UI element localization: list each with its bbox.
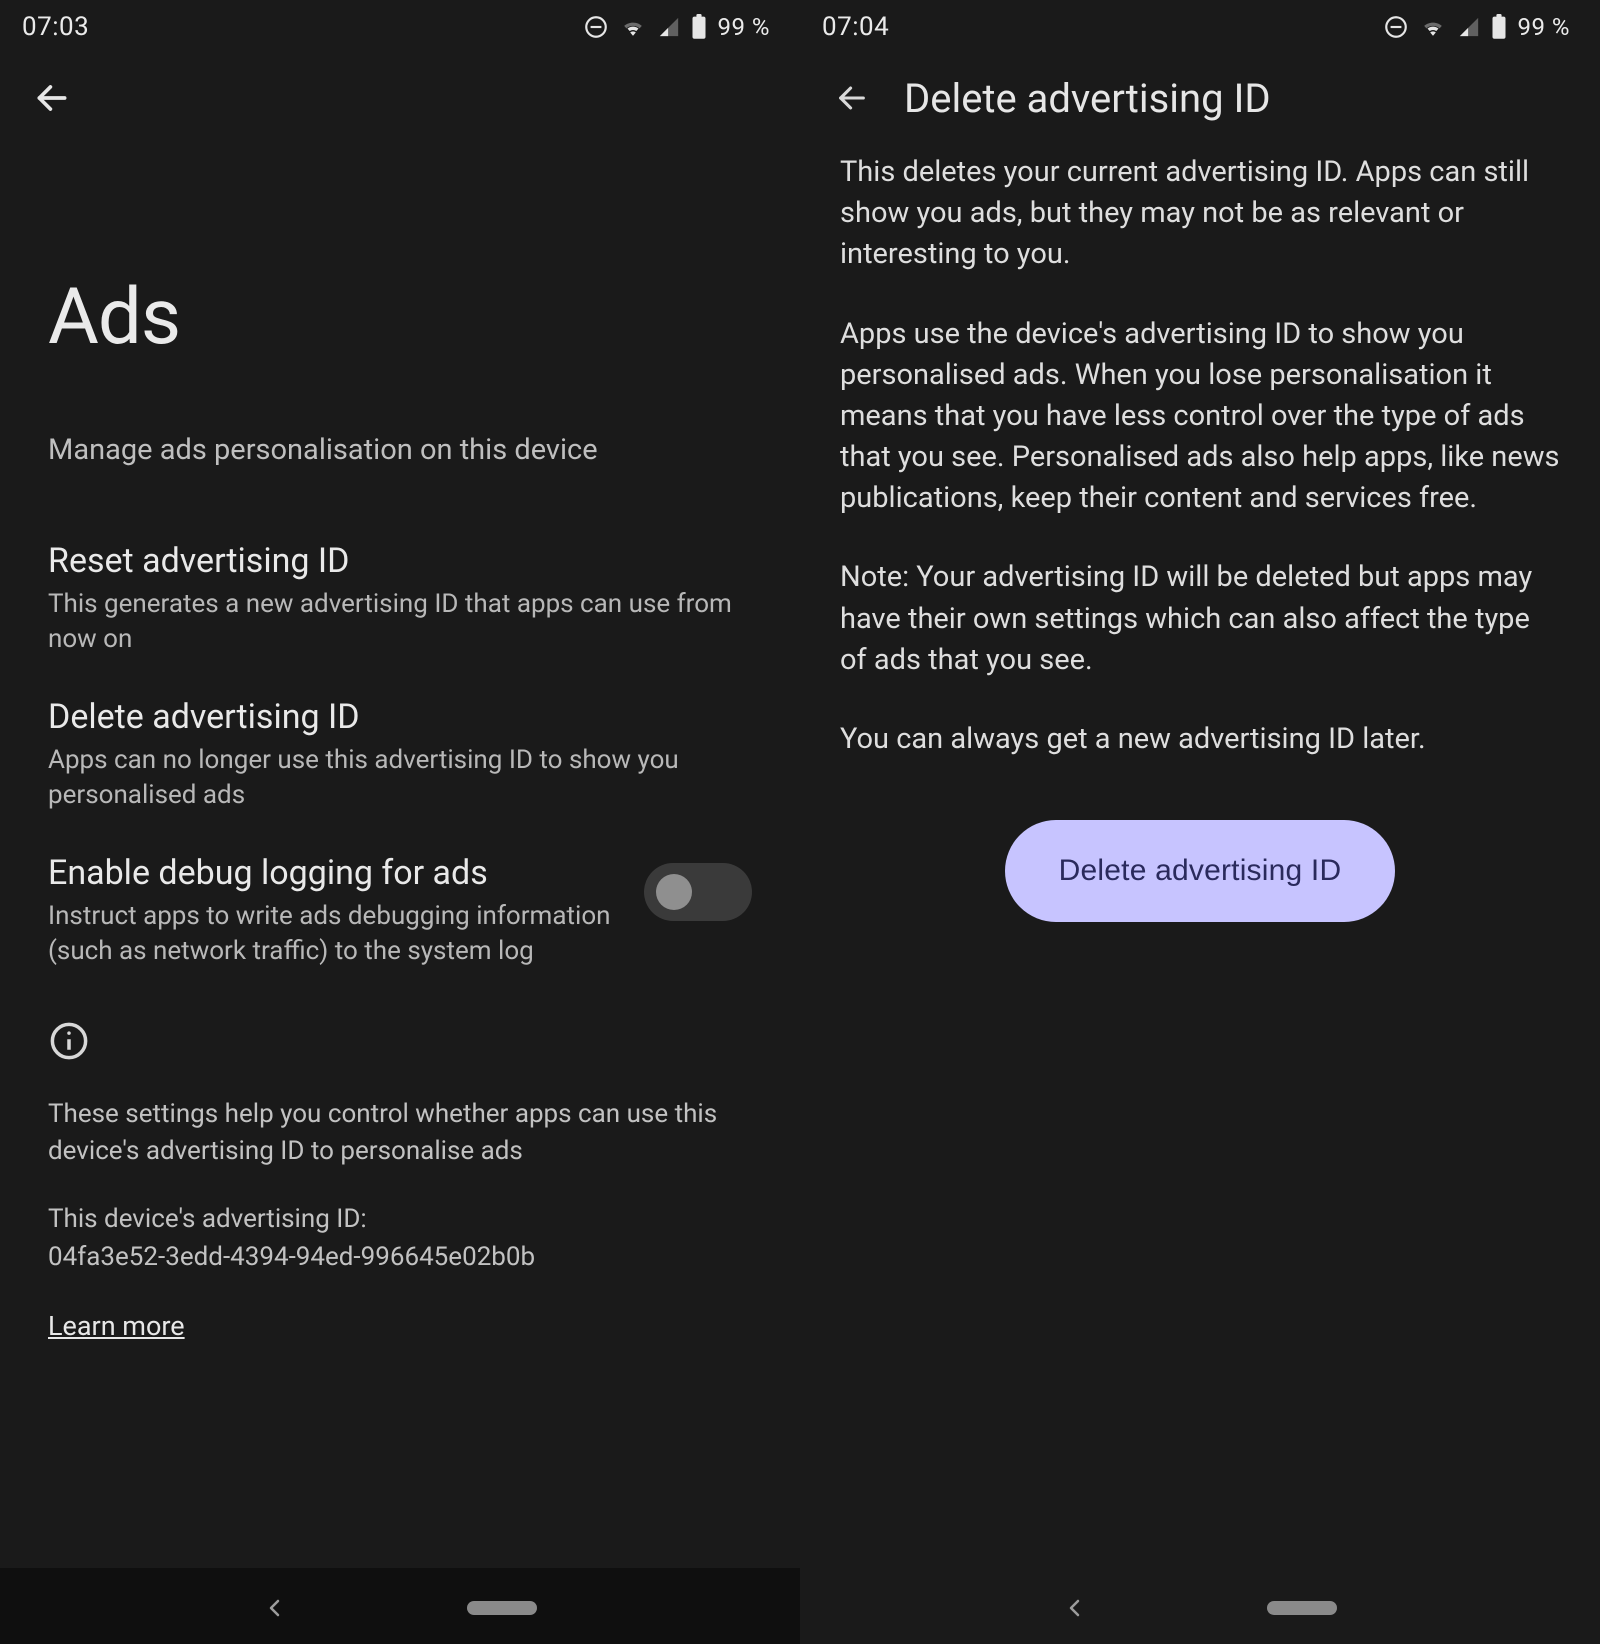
item-desc: Instruct apps to write ads debugging inf… — [48, 899, 620, 969]
learn-more-link[interactable]: Learn more — [48, 1310, 185, 1342]
page-title: Ads — [48, 272, 752, 363]
page-subtitle: Manage ads personalisation on this devic… — [48, 433, 752, 467]
delete-desc-paragraph-1: This deletes your current advertising ID… — [840, 152, 1560, 276]
signal-icon — [1457, 16, 1481, 38]
item-desc: This generates a new advertising ID that… — [48, 587, 748, 657]
status-bar: 07:03 99 % — [0, 0, 800, 54]
status-battery: 99 % — [1517, 13, 1570, 41]
status-time: 07:04 — [822, 12, 889, 42]
arrow-left-icon — [33, 79, 71, 117]
status-battery: 99 % — [717, 13, 770, 41]
system-navbar — [800, 1572, 1600, 1644]
appbar — [0, 54, 800, 142]
battery-icon — [691, 14, 707, 40]
appbar: Delete advertising ID — [800, 54, 1600, 142]
arrow-left-icon — [835, 81, 869, 115]
back-button[interactable] — [28, 74, 76, 122]
status-bar: 07:04 99 % — [800, 0, 1600, 54]
item-title: Enable debug logging for ads — [48, 853, 620, 893]
item-desc: Apps can no longer use this advertising … — [48, 743, 748, 813]
page-title: Delete advertising ID — [904, 75, 1271, 122]
reset-advertising-id-item[interactable]: Reset advertising ID This generates a ne… — [48, 527, 752, 683]
nav-back-icon[interactable] — [263, 1596, 287, 1620]
delete-advertising-id-button[interactable]: Delete advertising ID — [1005, 820, 1396, 922]
item-title: Delete advertising ID — [48, 697, 752, 737]
delete-desc-paragraph-4: You can always get a new advertising ID … — [840, 719, 1560, 760]
dnd-icon — [583, 14, 609, 40]
toggle-thumb — [656, 874, 692, 910]
nav-back-icon[interactable] — [1063, 1596, 1087, 1620]
delete-desc-paragraph-3: Note: Your advertising ID will be delete… — [840, 557, 1560, 681]
status-right: 99 % — [583, 13, 770, 41]
nav-home-pill[interactable] — [1267, 1601, 1337, 1615]
battery-icon — [1491, 14, 1507, 40]
advertising-id-value: 04fa3e52-3edd-4394-94ed-996645e02b0b — [48, 1242, 535, 1272]
delete-desc-paragraph-2: Apps use the device's advertising ID to … — [840, 314, 1560, 520]
signal-icon — [657, 16, 681, 38]
nav-home-pill[interactable] — [467, 1601, 537, 1615]
info-paragraph: These settings help you control whether … — [48, 1099, 717, 1167]
debug-logging-toggle[interactable] — [644, 863, 752, 921]
footer-text: These settings help you control whether … — [48, 1096, 752, 1277]
screen-ads-settings: 07:03 99 % Ads Manage ads personalisatio… — [0, 0, 800, 1644]
wifi-icon — [1419, 16, 1447, 38]
screen-delete-advertising-id: 07:04 99 % Delete advertising ID This de… — [800, 0, 1600, 1644]
advertising-id-label: This device's advertising ID: — [48, 1201, 752, 1239]
status-time: 07:03 — [22, 12, 89, 42]
back-button[interactable] — [828, 74, 876, 122]
system-navbar — [0, 1572, 800, 1644]
wifi-icon — [619, 16, 647, 38]
delete-advertising-id-item[interactable]: Delete advertising ID Apps can no longer… — [48, 683, 752, 839]
dnd-icon — [1383, 14, 1409, 40]
enable-debug-logging-item[interactable]: Enable debug logging for ads Instruct ap… — [48, 839, 752, 995]
status-right: 99 % — [1383, 13, 1570, 41]
info-icon — [48, 1020, 90, 1062]
item-title: Reset advertising ID — [48, 541, 752, 581]
